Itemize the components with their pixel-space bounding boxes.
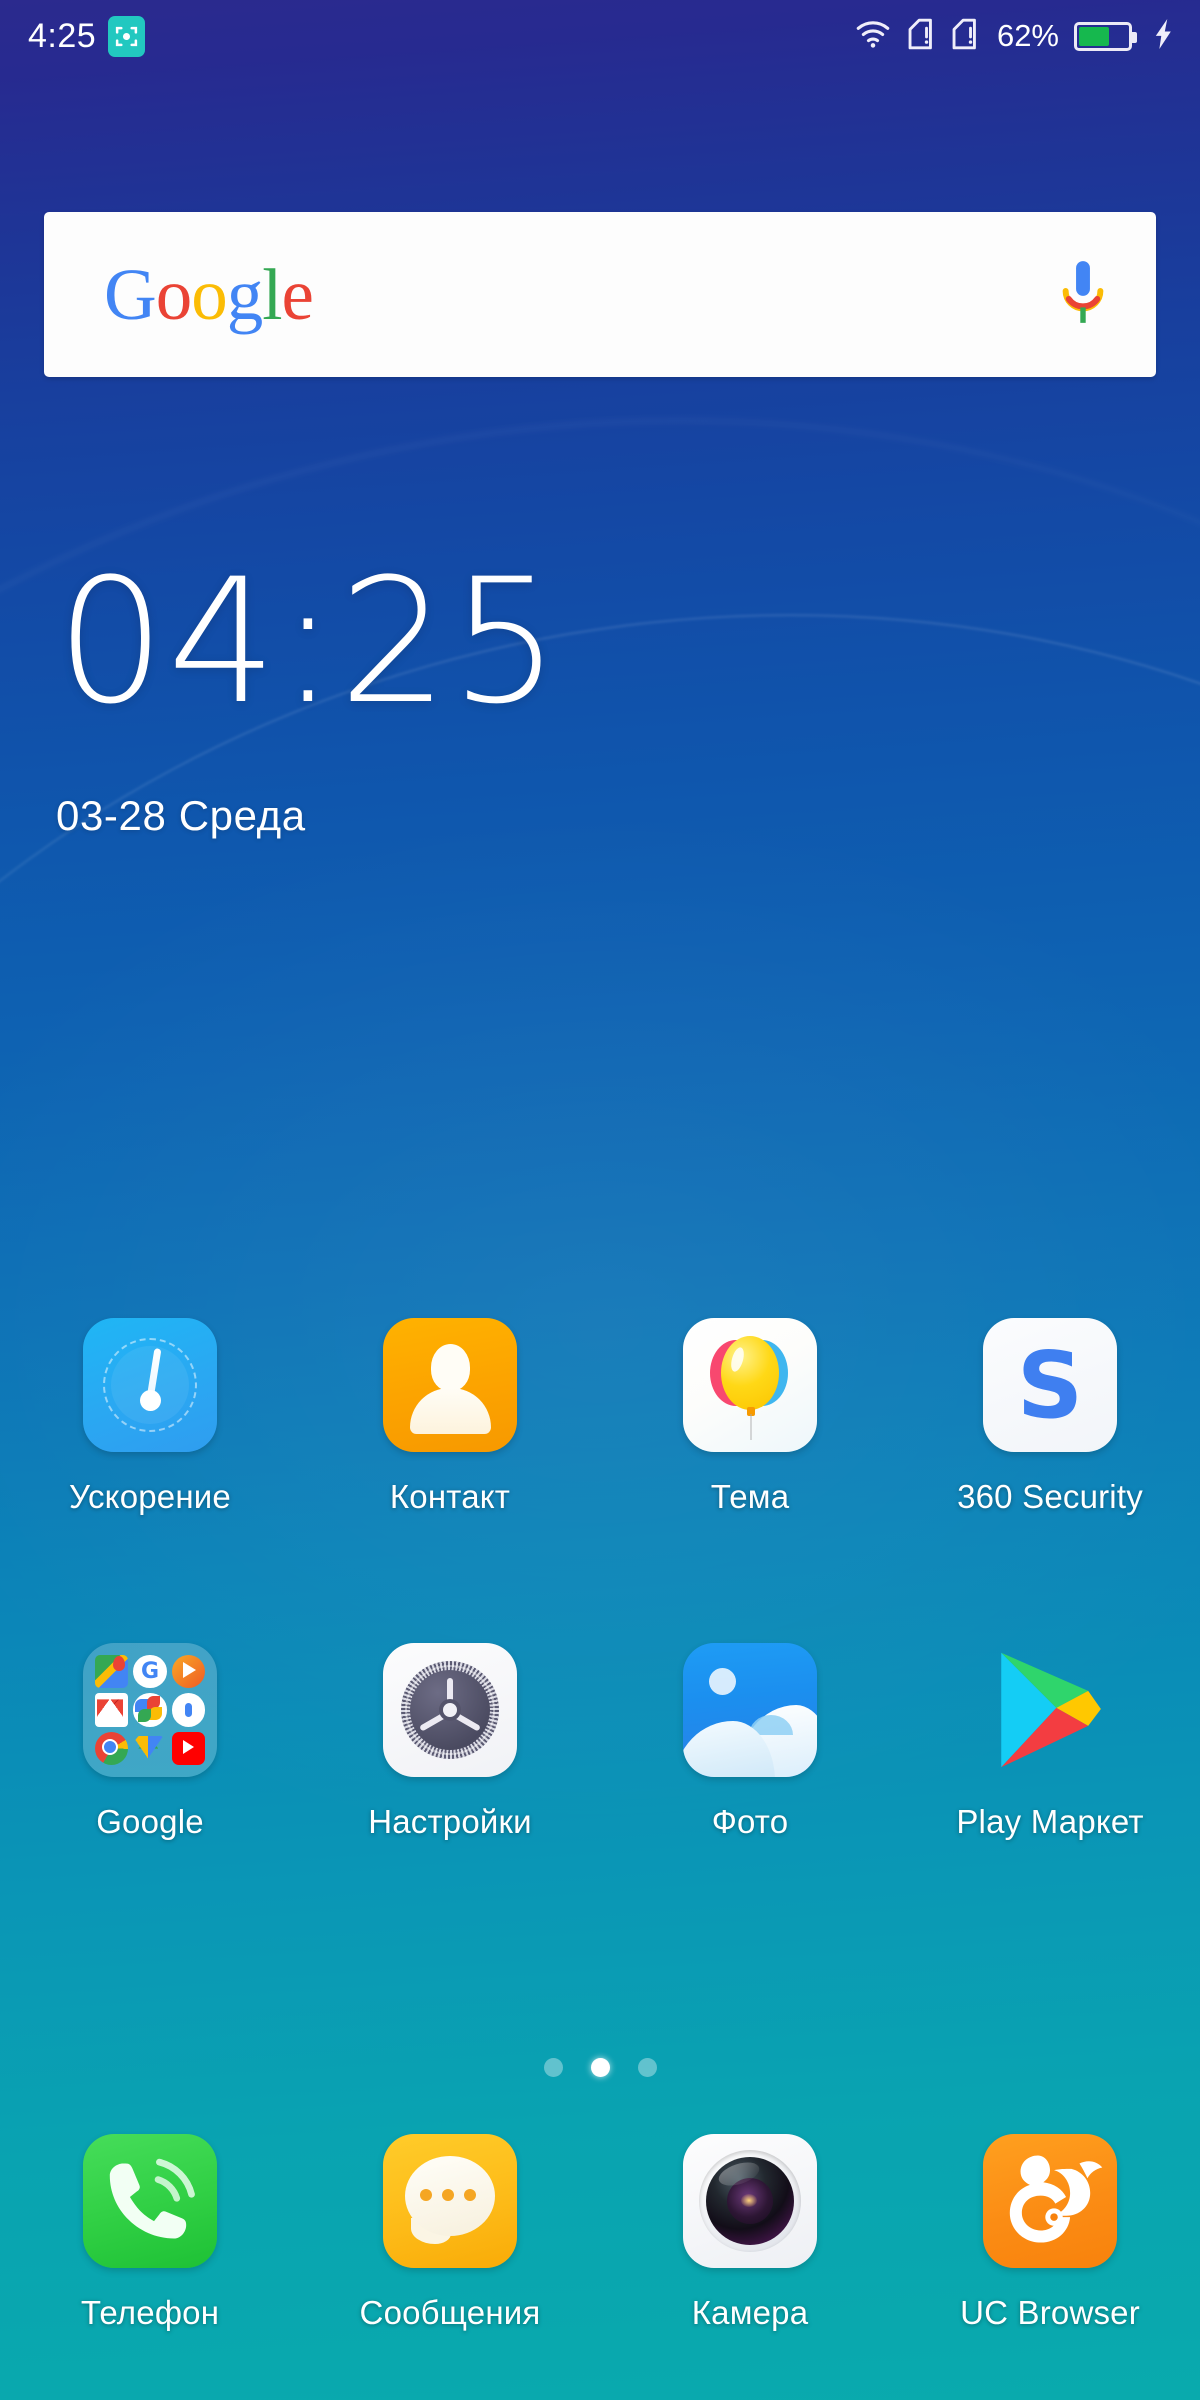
themes-icon[interactable]: [683, 1318, 817, 1452]
page-dot[interactable]: [637, 2058, 657, 2077]
chrome-icon: [95, 1731, 129, 1765]
360-security-glyph: S: [1016, 1331, 1084, 1439]
dock-messages[interactable]: Сообщения: [300, 2134, 600, 2332]
clock-date: 03-28 Среда: [56, 792, 306, 839]
page-indicator[interactable]: [0, 2058, 1200, 2077]
microphone-icon[interactable]: [1056, 257, 1110, 332]
phone-icon[interactable]: [83, 2134, 217, 2268]
person-head: [431, 1344, 470, 1391]
app-boost[interactable]: Ускорение: [0, 1318, 300, 1516]
clock-time: 04:25: [56, 541, 562, 742]
folder-preview-grid: G: [95, 1655, 205, 1765]
status-bar-right: 62%: [854, 17, 1174, 56]
battery-percent-label: 62%: [996, 18, 1059, 53]
status-bar-clock: 4:25: [28, 17, 97, 55]
app-label: Google: [96, 1803, 204, 1840]
app-label: Ускорение: [69, 1478, 231, 1515]
bubble-dots: [420, 2189, 476, 2201]
status-bar[interactable]: 4:25 62%: [0, 0, 1200, 72]
sim1-no-signal-icon: [905, 17, 936, 56]
status-bar-left: 4:25: [28, 15, 146, 57]
balloon-yellow: [721, 1336, 779, 1410]
google-folder-icon[interactable]: G: [83, 1643, 217, 1777]
gmail-icon: [95, 1693, 129, 1727]
app-label: Настройки: [368, 1803, 532, 1840]
dock-uc-browser[interactable]: UC Browser: [900, 2134, 1200, 2332]
google-logo-letter: G: [104, 254, 157, 335]
maps-icon: [95, 1655, 129, 1689]
google-logo-letter: o: [191, 254, 227, 335]
uc-browser-squirrel-icon[interactable]: [983, 2134, 1117, 2268]
battery-fill: [1079, 26, 1109, 46]
app-label: Play Маркет: [956, 1803, 1144, 1840]
app-settings[interactable]: Настройки: [300, 1643, 600, 1841]
play-store-icon[interactable]: [983, 1643, 1117, 1777]
app-play-store[interactable]: Play Маркет: [900, 1643, 1200, 1841]
google-assistant-icon: [171, 1693, 205, 1727]
dock: Телефон Сообщения Камера UC Browser: [0, 2134, 1200, 2332]
gear-hub: [439, 1699, 461, 1721]
google-drive-icon: [133, 1732, 166, 1765]
dock-camera[interactable]: Камера: [600, 2134, 900, 2332]
app-contacts[interactable]: Контакт: [300, 1318, 600, 1516]
google-logo-letter: l: [262, 254, 282, 335]
photos-gallery-icon[interactable]: [683, 1643, 817, 1777]
app-label: Тема: [710, 1478, 790, 1515]
battery-icon: [1074, 21, 1137, 51]
play-music-icon: [171, 1655, 205, 1689]
wifi-icon: [854, 19, 892, 54]
page-dot-active[interactable]: [590, 2058, 610, 2077]
home-screen: 4:25 62% G o o g l e 04:25 03-28 Среда У…: [0, 0, 1200, 2400]
app-label: Фото: [711, 1803, 789, 1840]
google-search-widget[interactable]: G o o g l e: [44, 212, 1156, 377]
clock-widget[interactable]: 04:25 03-28 Среда: [56, 556, 756, 840]
google-logo-letter: o: [155, 254, 192, 335]
google-search-icon: G: [133, 1655, 167, 1689]
contacts-icon[interactable]: [383, 1318, 517, 1452]
app-label: Контакт: [389, 1478, 511, 1515]
google-logo-letter: e: [281, 254, 314, 335]
dock-phone[interactable]: Телефон: [0, 2134, 300, 2332]
charging-bolt-icon: [1154, 18, 1174, 54]
app-row: Ускорение Контакт Тема S 360 Security: [0, 1318, 1200, 1516]
app-grid: Ускорение Контакт Тема S 360 Security G …: [0, 1318, 1200, 1841]
google-logo-letter: g: [226, 254, 263, 335]
sim2-no-signal-icon: [949, 17, 980, 56]
app-photos[interactable]: Фото: [600, 1643, 900, 1841]
settings-gear-icon[interactable]: [383, 1643, 517, 1777]
360-security-icon[interactable]: S: [983, 1318, 1117, 1452]
youtube-icon: [171, 1731, 205, 1765]
person-body: [410, 1388, 491, 1434]
boost-hub: [140, 1390, 161, 1411]
app-label: Камера: [691, 2294, 809, 2331]
app-label: Телефон: [80, 2294, 220, 2331]
boost-icon[interactable]: [83, 1318, 217, 1452]
dock-row: Телефон Сообщения Камера UC Browser: [0, 2134, 1200, 2332]
screen-recorder-icon[interactable]: [108, 15, 146, 57]
camera-icon[interactable]: [683, 2134, 817, 2268]
messages-icon[interactable]: [383, 2134, 517, 2268]
page-dot[interactable]: [543, 2058, 563, 2077]
app-label: UC Browser: [960, 2294, 1140, 2331]
app-label: 360 Security: [957, 1478, 1143, 1515]
app-360-security[interactable]: S 360 Security: [900, 1318, 1200, 1516]
app-label: Сообщения: [359, 2294, 541, 2331]
balloon-string: [750, 1414, 752, 1440]
google-logo: G o o g l e: [104, 258, 314, 331]
google-photos-icon: [133, 1693, 167, 1727]
app-row: G Google Настройки Фото Play Маркет: [0, 1643, 1200, 1841]
app-themes[interactable]: Тема: [600, 1318, 900, 1516]
folder-google[interactable]: G Google: [0, 1643, 300, 1841]
sun-shape: [709, 1668, 736, 1695]
lens-flare: [741, 2194, 757, 2207]
